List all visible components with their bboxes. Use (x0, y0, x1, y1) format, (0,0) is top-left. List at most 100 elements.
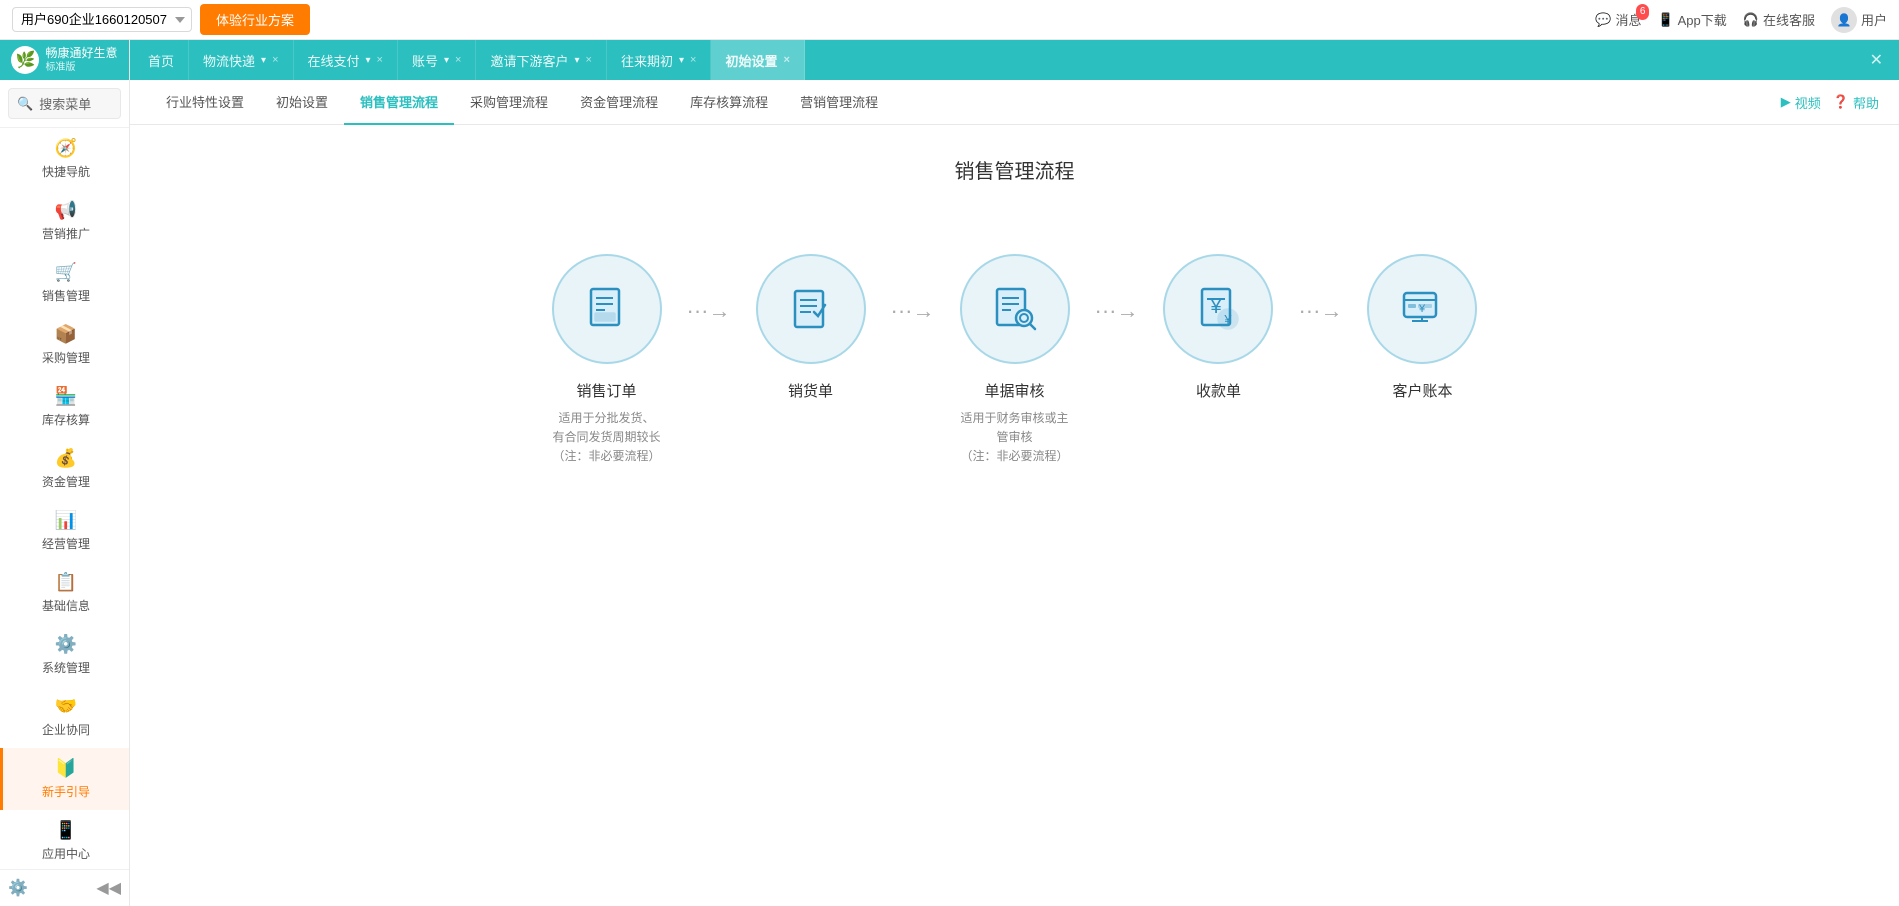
inventory-icon: 🏪 (55, 386, 77, 407)
message-icon-wrap[interactable]: 💬 消息 6 (1595, 10, 1641, 29)
sub-tab-营销管理流程[interactable]: 营销管理流程 (784, 80, 894, 125)
sidebar-item-sales-mgmt[interactable]: 🛒 销售管理 (0, 252, 129, 314)
flow-step-name-doc-review: 单据审核 (984, 380, 1044, 401)
user-wrap[interactable]: 👤 用户 (1831, 7, 1887, 33)
finance-mgmt-icon: 💰 (55, 448, 77, 469)
system-mgmt-icon: ⚙️ (55, 634, 77, 655)
logo-icon: 🌿 (11, 46, 39, 74)
flow-content: 销售管理流程 销售订单适用于分批发货、有合同发货周期较长（注：非必要流程）···… (130, 125, 1899, 537)
basic-info-icon: 📋 (55, 572, 77, 593)
chevron-down-icon: ▾ (444, 55, 449, 66)
message-badge: 6 (1636, 4, 1650, 20)
nav-tab-在线支付[interactable]: 在线支付▾× (294, 40, 398, 80)
chevron-down-icon: ▾ (261, 55, 266, 66)
flow-step-name-delivery-note: 销货单 (788, 380, 833, 401)
sub-tab-库存核算流程[interactable]: 库存核算流程 (674, 80, 784, 125)
flow-step-delivery-note[interactable]: 销货单 (731, 254, 891, 409)
avatar: 👤 (1831, 7, 1857, 33)
sub-tab-初始设置[interactable]: 初始设置 (260, 80, 344, 125)
chevron-down-icon: ▾ (679, 55, 684, 66)
sidebar-footer: ⚙️ ◀◀ (0, 869, 129, 906)
top-bar-left: 用户690企业1660120507 体验行业方案 (12, 4, 310, 35)
flow-step-desc-doc-review: 适用于财务审核或主管审核（注：非必要流程） (960, 409, 1068, 467)
collapse-icon[interactable]: ◀◀ (96, 878, 121, 898)
close-tab-icon[interactable]: × (455, 54, 461, 66)
nav-tab-账号[interactable]: 账号▾× (398, 40, 476, 80)
arrow-icon: ···→ (1298, 298, 1342, 324)
flow-arrow-2: ···→ (1095, 254, 1139, 324)
sidebar-item-label-sales-mgmt: 销售管理 (42, 287, 90, 304)
flow-step-name-customer-account: 客户账本 (1392, 380, 1452, 401)
chevron-down-icon: ▾ (574, 55, 579, 66)
sidebar-item-new-guide[interactable]: 🔰新手引导 (0, 748, 129, 810)
help-link[interactable]: ❓ 帮助 (1833, 93, 1879, 112)
flow-step-customer-account[interactable]: ¥ 客户账本 (1342, 254, 1502, 409)
flow-step-name-receipt: 收款单 (1196, 380, 1241, 401)
nav-tab-物流快递[interactable]: 物流快递▾× (189, 40, 293, 80)
top-bar: 用户690企业1660120507 体验行业方案 💬 消息 6 📱 App下载 … (0, 0, 1899, 40)
sidebar-item-basic-info[interactable]: 📋基础信息 (0, 562, 129, 624)
sidebar-item-label-marketing-promo: 营销推广 (42, 225, 90, 242)
search-icon: 🔍 (17, 96, 33, 112)
operation-mgmt-icon: 📊 (55, 510, 77, 531)
sidebar-item-marketing-promo[interactable]: 📢营销推广 (0, 190, 129, 252)
flow-step-desc-sales-order: 适用于分批发货、有合同发货周期较长（注：非必要流程） (553, 409, 661, 467)
sub-tab-销售管理流程[interactable]: 销售管理流程 (344, 80, 454, 125)
sidebar-item-app-center[interactable]: 📱应用中心 (0, 810, 129, 869)
sidebar-items: 🧭快捷导航📢营销推广 🛒 销售管理 📦采购管理 🏪 库存核算 💰 资金管理 📊 经营管理 📋基础信息… (0, 128, 129, 869)
logo-main: 畅康通好生意 (45, 46, 117, 62)
sidebar-item-inventory[interactable]: 🏪 库存核算 (0, 376, 129, 438)
sidebar-item-label-operation-mgmt: 经营管理 (42, 535, 90, 552)
nav-tab-邀请下游客户[interactable]: 邀请下游客户▾× (476, 40, 606, 80)
sidebar-item-quick-nav[interactable]: 🧭快捷导航 (0, 128, 129, 190)
sidebar: 🌿 畅康通好生意 标准版 🔍 搜索菜单 🧭快捷导航📢营销推广🛒销售管理📦采购管理… (0, 40, 130, 906)
sidebar-search-area: 🔍 搜索菜单 (0, 80, 129, 128)
flow-step-name-sales-order: 销售订单 (577, 380, 637, 401)
service-label: 在线客服 (1763, 10, 1815, 29)
nav-tab-往来期初[interactable]: 往来期初▾× (607, 40, 711, 80)
close-tab-icon[interactable]: × (690, 54, 696, 66)
sidebar-item-finance-mgmt[interactable]: 💰 资金管理 (0, 438, 129, 500)
close-tab-icon[interactable]: × (586, 54, 592, 66)
sidebar-item-label-system-mgmt: 系统管理 (42, 659, 90, 676)
sidebar-item-system-mgmt[interactable]: ⚙️ 系统管理 (0, 624, 129, 686)
sidebar-item-label-corp-collab: 企业协同 (42, 721, 90, 738)
close-all-tabs-btn[interactable]: ✕ (1858, 50, 1895, 70)
flow-circle-doc-review (960, 254, 1070, 364)
sidebar-item-label-finance-mgmt: 资金管理 (42, 473, 90, 490)
sidebar-item-operation-mgmt[interactable]: 📊 经营管理 (0, 500, 129, 562)
sub-tab-行业特性设置[interactable]: 行业特性设置 (150, 80, 260, 125)
user-selector[interactable]: 用户690企业1660120507 (12, 7, 192, 32)
nav-tab-初始设置[interactable]: 初始设置× (711, 40, 804, 80)
sidebar-item-label-inventory: 库存核算 (42, 411, 90, 428)
nav-tab-首页[interactable]: 首页 (134, 40, 189, 80)
close-tab-icon[interactable]: × (377, 54, 383, 66)
settings-icon[interactable]: ⚙️ (8, 878, 28, 898)
sub-tab-采购管理流程[interactable]: 采购管理流程 (454, 80, 564, 125)
nav-tabs: 首页物流快递▾×在线支付▾×账号▾×邀请下游客户▾×往来期初▾×初始设置×✕ (130, 40, 1899, 80)
flow-circle-delivery-note (756, 254, 866, 364)
flow-step-doc-review[interactable]: 单据审核适用于财务审核或主管审核（注：非必要流程） (935, 254, 1095, 467)
close-tab-icon[interactable]: × (272, 54, 278, 66)
sub-tab-资金管理流程[interactable]: 资金管理流程 (564, 80, 674, 125)
sales-mgmt-icon: 🛒 (55, 262, 77, 283)
sidebar-item-label-quick-nav: 快捷导航 (42, 163, 90, 180)
sidebar-item-corp-collab[interactable]: 🤝 企业协同 (0, 686, 129, 748)
flow-arrow-1: ···→ (891, 254, 935, 324)
message-icon: 💬 (1595, 12, 1611, 28)
service-wrap[interactable]: 🎧 在线客服 (1743, 10, 1815, 29)
trial-btn[interactable]: 体验行业方案 (200, 4, 310, 35)
search-menu-btn[interactable]: 🔍 搜索菜单 (8, 88, 121, 119)
video-link[interactable]: ▶ 视频 (1781, 93, 1821, 112)
sub-tabs-right: ▶ 视频 ❓ 帮助 (1781, 93, 1879, 112)
corp-collab-icon: 🤝 (55, 696, 77, 717)
purchase-mgmt-icon: 📦 (55, 324, 77, 345)
arrow-icon: ···→ (687, 298, 731, 324)
svg-text:¥: ¥ (1418, 303, 1426, 315)
sidebar-item-purchase-mgmt[interactable]: 📦采购管理 (0, 314, 129, 376)
app-download-wrap[interactable]: 📱 App下载 (1657, 10, 1726, 29)
close-tab-icon[interactable]: × (783, 54, 789, 66)
flow-step-receipt[interactable]: ¥ ¥ 收款单 (1138, 254, 1298, 409)
sidebar-item-label-new-guide: 新手引导 (42, 783, 90, 800)
flow-step-sales-order[interactable]: 销售订单适用于分批发货、有合同发货周期较长（注：非必要流程） (527, 254, 687, 467)
